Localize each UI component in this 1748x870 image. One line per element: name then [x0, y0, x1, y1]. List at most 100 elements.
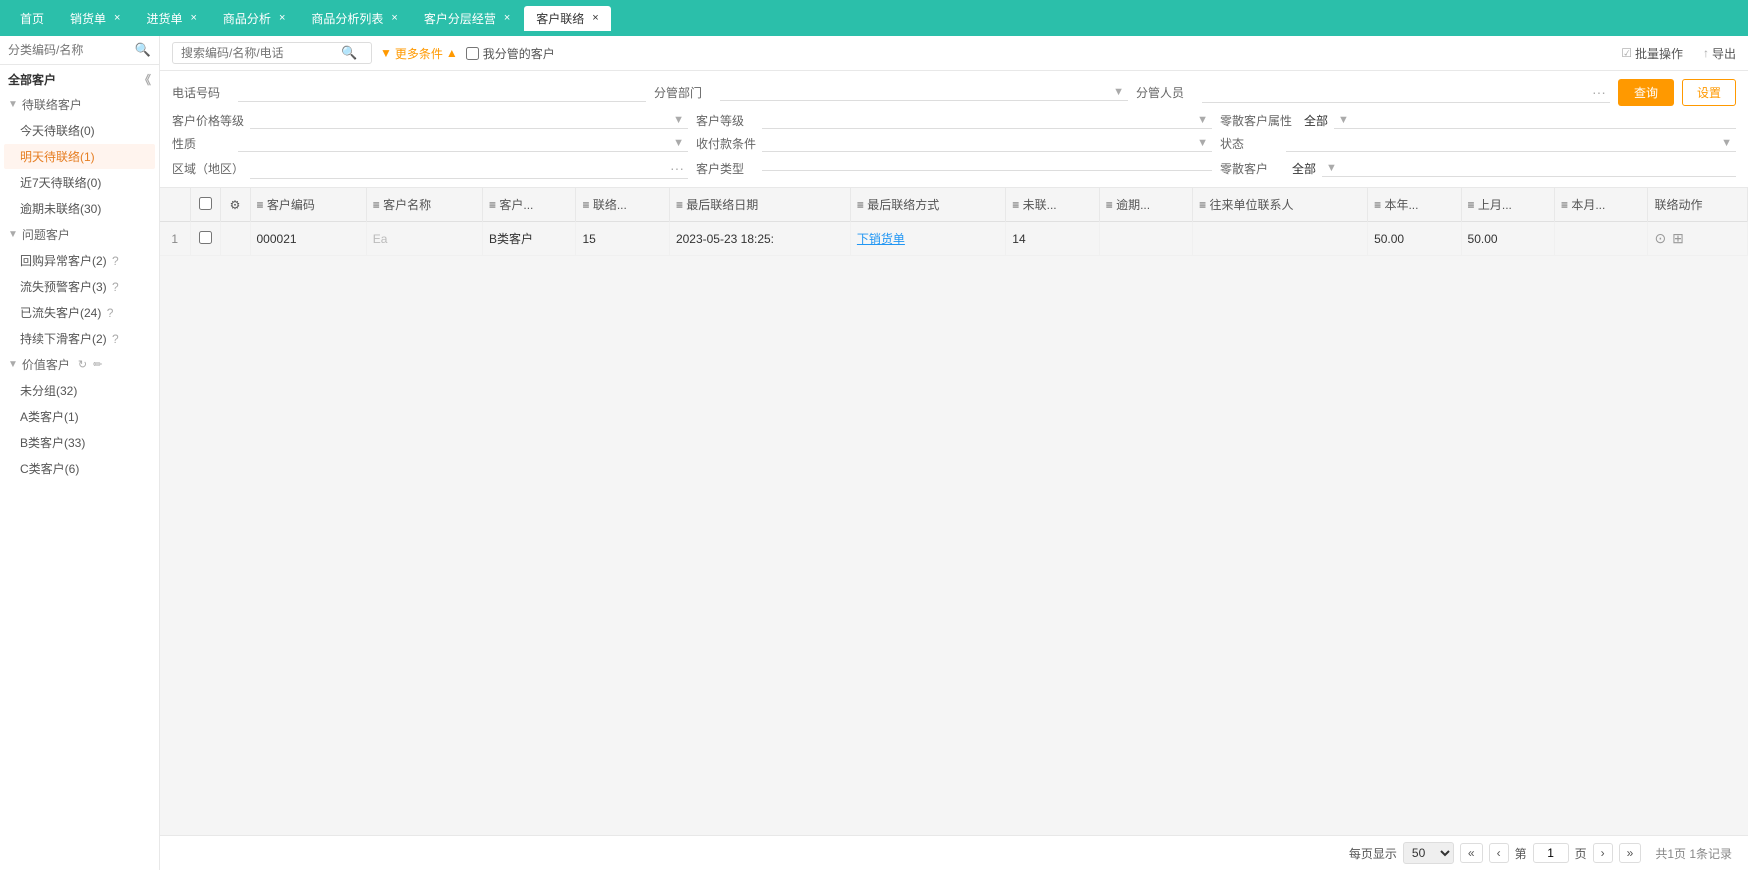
last-method-link[interactable]: 下销货单 [857, 232, 905, 246]
more-conditions-btn[interactable]: ▼ 更多条件 ▲ [380, 45, 458, 62]
region-select[interactable]: ··· [250, 158, 688, 179]
payment-select[interactable]: ▼ [762, 135, 1212, 152]
cell-last-month: 50.00 [1461, 222, 1554, 256]
query-btn[interactable]: 查询 [1618, 79, 1674, 106]
col-year-sort[interactable]: ≡ [1374, 198, 1381, 212]
sidebar-group-problem[interactable]: ▼ 问题客户 [0, 222, 159, 247]
nav-product-analysis[interactable]: 商品分析 × [211, 6, 297, 31]
subperson-dots[interactable]: ··· [1592, 84, 1606, 100]
col-last-date-sort[interactable]: ≡ [676, 198, 683, 212]
filter-customer-value-grade: 客户价格等级 ▼ [172, 112, 688, 129]
sidebar-item-class-c[interactable]: C类客户(6) [4, 456, 155, 481]
close-purchase-order[interactable]: × [190, 12, 196, 24]
sidebar-search-input[interactable] [8, 43, 131, 57]
arrow-problem: ▼ [8, 229, 18, 240]
action-more-icon[interactable]: ⊞ [1672, 230, 1684, 247]
filter-phone: 电话号码 [172, 83, 646, 102]
export-btn[interactable]: ↑ 导出 [1703, 45, 1736, 62]
next-page-btn[interactable]: › [1593, 843, 1613, 863]
col-overdue-sort[interactable]: ≡ [1106, 198, 1113, 212]
col-unit-sort[interactable]: ≡ [1199, 198, 1206, 212]
top-nav: 首页 销货单 × 进货单 × 商品分析 × 商品分析列表 × 客户分层经营 × … [0, 0, 1748, 36]
select-all-checkbox[interactable] [199, 197, 212, 210]
refresh-icon[interactable]: ↻ [78, 358, 87, 371]
action-view-icon[interactable]: ⊙ [1654, 230, 1666, 247]
cell-type: B类客户 [483, 222, 576, 256]
filter-gender: 性质 ▼ [172, 135, 688, 152]
sidebar-item-near7[interactable]: 近7天待联络(0) [4, 170, 155, 195]
customer-grade-select[interactable]: ▼ [762, 112, 1212, 129]
col-uncontacted-sort[interactable]: ≡ [1012, 198, 1019, 212]
sidebar-item-overdue[interactable]: 逾期未联络(30) [4, 196, 155, 221]
ra-chevron: ▼ [1338, 114, 1349, 126]
col-code-sort[interactable]: ≡ [257, 198, 264, 212]
sidebar-item-tomorrow[interactable]: 明天待联络(1) [4, 144, 155, 169]
set-btn[interactable]: 设置 [1682, 79, 1736, 106]
sidebar-search-icon[interactable]: 🔍 [135, 42, 151, 58]
sidebar-item-ungrouped[interactable]: 未分组(32) [4, 378, 155, 403]
table-area: ⚙ ≡ 客户编码 ≡ 客户名称 ≡ 客户... [160, 188, 1748, 835]
filter-icon: ▼ [380, 46, 392, 60]
close-customer-contact[interactable]: × [592, 12, 598, 24]
close-product-analysis-list[interactable]: × [391, 12, 397, 24]
phone-input[interactable] [238, 83, 646, 102]
col-name-sort[interactable]: ≡ [373, 198, 380, 212]
col-last-method-sort[interactable]: ≡ [857, 198, 864, 212]
cg-chevron: ▼ [1197, 114, 1208, 126]
sidebar-group-value[interactable]: ▼ 价值客户 ↻ ✏ [0, 352, 159, 377]
cell-code: 000021 [250, 222, 366, 256]
table-row: 1 000021 Ea B类客户 [160, 222, 1748, 256]
batch-op-btn[interactable]: ☑ 批量操作 [1621, 45, 1683, 62]
close-product-analysis[interactable]: × [279, 12, 285, 24]
customer-value-grade-select[interactable]: ▼ [250, 112, 688, 129]
gear-icon[interactable]: ⚙ [230, 198, 241, 212]
nav-customer-tier[interactable]: 客户分层经营 × [412, 6, 522, 31]
sidebar-item-lost[interactable]: 已流失客户(24) ? [4, 300, 155, 325]
sidebar-item-class-a[interactable]: A类客户(1) [4, 404, 155, 429]
close-sales-order[interactable]: × [114, 12, 120, 24]
subperson-select[interactable]: ··· [1202, 82, 1610, 103]
page-number-input[interactable] [1533, 843, 1569, 863]
filter-status: 状态 ▼ [1220, 135, 1736, 152]
gender-select[interactable]: ▼ [238, 135, 688, 152]
data-table: ⚙ ≡ 客户编码 ≡ 客户名称 ≡ 客户... [160, 188, 1748, 256]
sidebar-item-today[interactable]: 今天待联络(0) [4, 118, 155, 143]
sidebar-item-atrisk[interactable]: 流失预警客户(3) ? [4, 274, 155, 299]
cell-last-method: 下销货单 [850, 222, 1005, 256]
col-gear[interactable]: ⚙ [220, 188, 250, 222]
row-checkbox[interactable] [199, 231, 212, 244]
nav-customer-contact[interactable]: 客户联络 × [524, 6, 610, 31]
sidebar-group-pending[interactable]: ▼ 待联络客户 [0, 92, 159, 117]
close-customer-tier[interactable]: × [504, 12, 510, 24]
customer-type-select[interactable] [762, 166, 1212, 171]
retail-customer-select[interactable]: ▼ [1322, 160, 1736, 177]
last-page-btn[interactable]: » [1619, 843, 1642, 863]
per-page-select[interactable]: 50 100 200 [1403, 842, 1454, 864]
sidebar-item-decline[interactable]: 持续下滑客户(2) ? [4, 326, 155, 351]
subdept-select[interactable]: ▼ [720, 84, 1128, 101]
region-dots[interactable]: ··· [670, 160, 684, 176]
col-lmonth-sort[interactable]: ≡ [1468, 198, 1475, 212]
nav-product-analysis-list[interactable]: 商品分析列表 × [299, 6, 409, 31]
edit-icon[interactable]: ✏ [93, 358, 102, 371]
nav-sales-order[interactable]: 销货单 × [58, 6, 132, 31]
prev-page-btn[interactable]: ‹ [1489, 843, 1509, 863]
col-tmonth-sort[interactable]: ≡ [1561, 198, 1568, 212]
help-icon-lost: ? [107, 306, 114, 320]
my-customers-checkbox[interactable]: 我分管的客户 [466, 45, 555, 62]
sidebar-collapse-btn[interactable]: 《 [139, 71, 151, 88]
search-input[interactable] [181, 46, 341, 60]
search-icon[interactable]: 🔍 [341, 45, 357, 61]
sidebar-item-class-b[interactable]: B类客户(33) [4, 430, 155, 455]
cell-contact: 15 [576, 222, 669, 256]
sidebar-item-abnormal[interactable]: 回购异常客户(2) ? [4, 248, 155, 273]
col-contact-sort[interactable]: ≡ [582, 198, 589, 212]
retail-attr-select[interactable]: ▼ [1334, 112, 1736, 129]
first-page-btn[interactable]: « [1460, 843, 1483, 863]
status-select[interactable]: ▼ [1286, 135, 1736, 152]
nav-home[interactable]: 首页 [8, 6, 56, 31]
payment-chevron: ▼ [1197, 137, 1208, 149]
col-type-sort[interactable]: ≡ [489, 198, 496, 212]
nav-purchase-order[interactable]: 进货单 × [134, 6, 208, 31]
my-customers-check[interactable] [466, 47, 479, 60]
